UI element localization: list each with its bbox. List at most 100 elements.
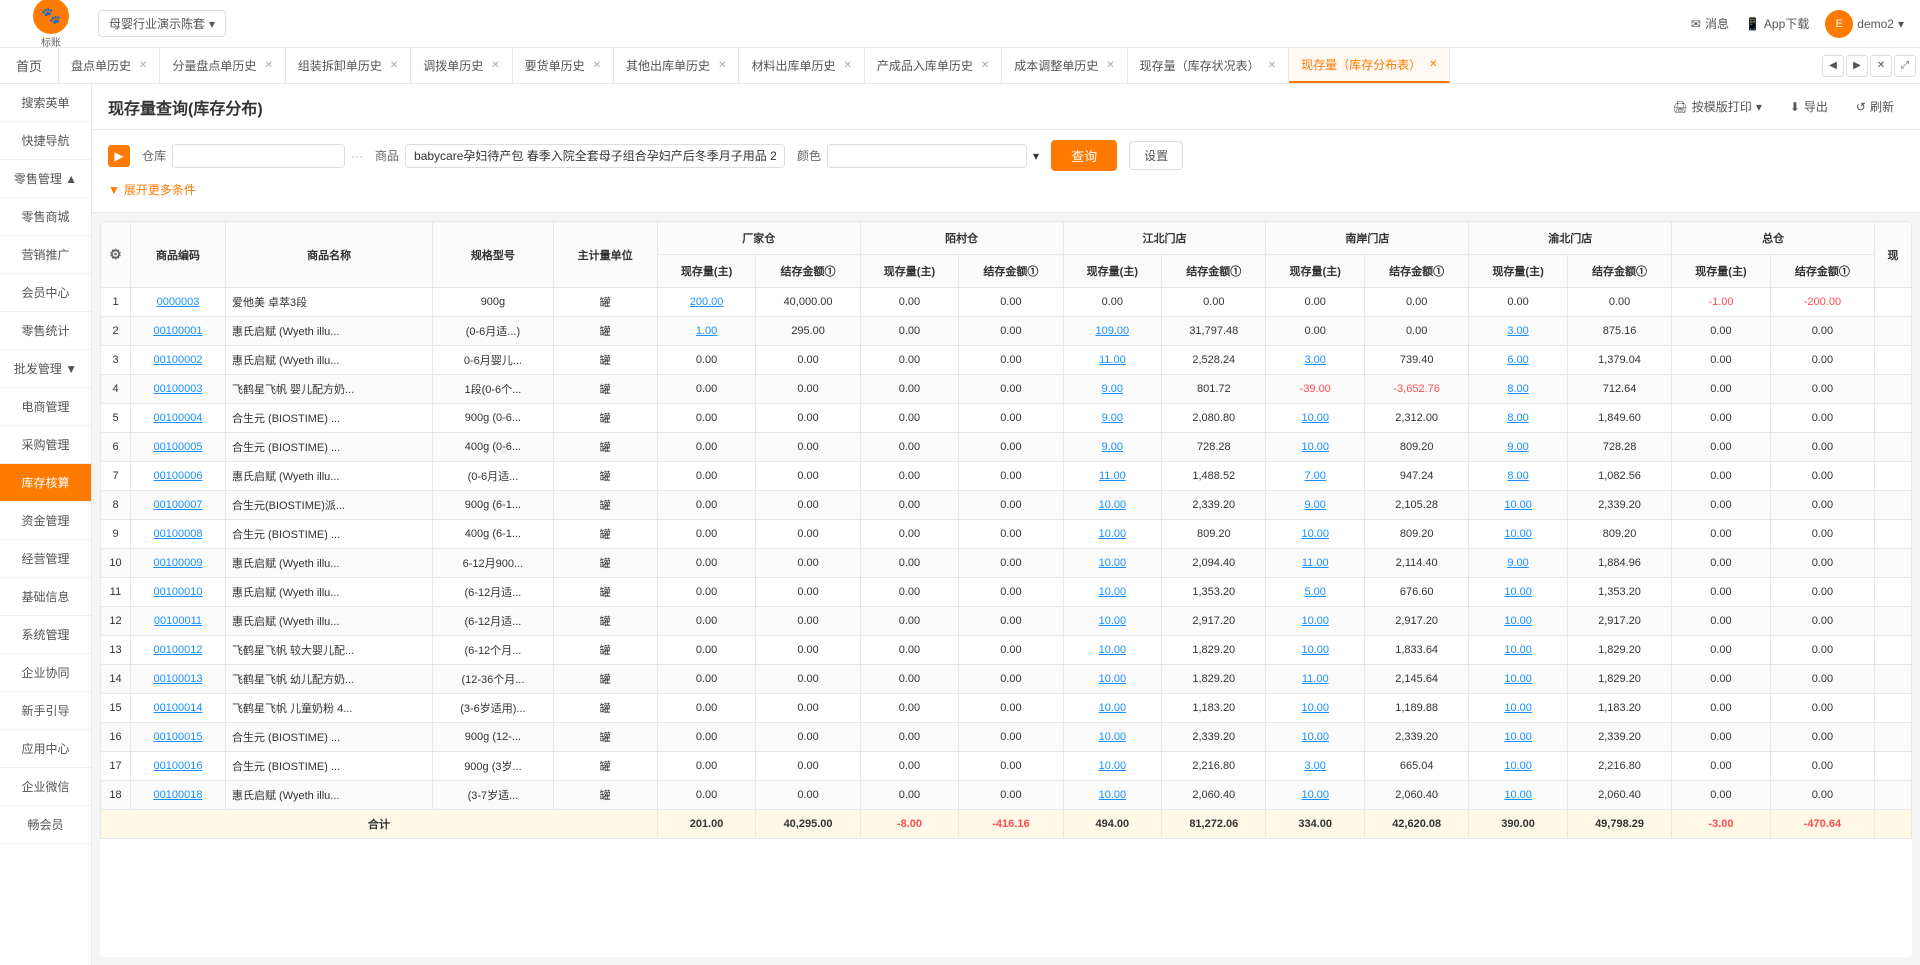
cell[interactable]: 0.00 xyxy=(860,636,959,665)
industry-selector[interactable]: 母婴行业演示陈套 ▾ xyxy=(98,10,226,37)
tab-close-zuzhuang[interactable]: ✕ xyxy=(390,60,398,71)
cell[interactable]: 10.00 xyxy=(1063,723,1162,752)
cell[interactable]: 0.00 xyxy=(860,433,959,462)
cell[interactable]: 00100013 xyxy=(131,665,226,694)
cell[interactable]: 0.00 xyxy=(1672,491,1771,520)
cell[interactable]: 0.00 xyxy=(860,549,959,578)
cell[interactable]: 0.00 xyxy=(1672,462,1771,491)
cell[interactable]: 00100008 xyxy=(131,520,226,549)
cell[interactable]: 00100012 xyxy=(131,636,226,665)
cell[interactable]: 00100001 xyxy=(131,317,226,346)
cell[interactable]: 0.00 xyxy=(657,665,756,694)
tab-chengben[interactable]: 成本调整单历史 ✕ xyxy=(1002,48,1127,83)
cell[interactable]: 0.00 xyxy=(657,752,756,781)
cell[interactable]: 0.00 xyxy=(657,375,756,404)
sidebar-item-retail-mgmt[interactable]: 零售管理 ▲ xyxy=(0,160,91,198)
cell[interactable]: 10.00 xyxy=(1469,781,1568,810)
cell[interactable]: 6.00 xyxy=(1469,346,1568,375)
sidebar-item-retail-stats[interactable]: 零售统计 xyxy=(0,312,91,350)
print-btn[interactable]: 🖨 按模版打印 ▾ xyxy=(1663,94,1772,119)
cell[interactable]: 10.00 xyxy=(1469,636,1568,665)
cell[interactable]: 9.00 xyxy=(1266,491,1365,520)
tab-close-xiancun-fenbu[interactable]: ✕ xyxy=(1429,59,1437,70)
cell[interactable]: 0.00 xyxy=(1672,694,1771,723)
cell[interactable]: 11.00 xyxy=(1266,665,1365,694)
cell[interactable]: 0.00 xyxy=(1672,723,1771,752)
cell[interactable]: 10.00 xyxy=(1266,694,1365,723)
cell[interactable]: 10.00 xyxy=(1063,578,1162,607)
cell[interactable]: 10.00 xyxy=(1063,781,1162,810)
cell[interactable]: 3.00 xyxy=(1266,752,1365,781)
tab-close-yaohuo[interactable]: ✕ xyxy=(593,60,601,71)
cell[interactable]: 8.00 xyxy=(1469,375,1568,404)
cell[interactable]: 0.00 xyxy=(1672,752,1771,781)
sidebar-item-wholesale-mgmt[interactable]: 批发管理 ▼ xyxy=(0,350,91,388)
cell[interactable]: 0.00 xyxy=(1672,375,1771,404)
sidebar-item-wechat[interactable]: 企业微信 xyxy=(0,768,91,806)
tab-xiancun-fenbub[interactable]: 现存量（库存分布表） ✕ xyxy=(1289,48,1450,83)
tab-diaopo[interactable]: 调拨单历史 ✕ xyxy=(411,48,512,83)
cell[interactable]: 0.00 xyxy=(1672,607,1771,636)
cell[interactable]: 0.00 xyxy=(860,607,959,636)
tab-next-btn[interactable]: ▶ xyxy=(1846,55,1868,77)
sidebar-item-newbie[interactable]: 新手引导 xyxy=(0,692,91,730)
cell[interactable]: 10.00 xyxy=(1063,520,1162,549)
cell[interactable]: 10.00 xyxy=(1266,404,1365,433)
cell[interactable]: 0.00 xyxy=(1266,317,1365,346)
cell[interactable]: 00100011 xyxy=(131,607,226,636)
cell[interactable]: 00100014 xyxy=(131,694,226,723)
cell[interactable]: 0.00 xyxy=(657,520,756,549)
tab-fenpandian[interactable]: 分量盘点单历史 ✕ xyxy=(160,48,285,83)
tab-pandian[interactable]: 盘点单历史 ✕ xyxy=(59,48,160,83)
cell[interactable]: 0.00 xyxy=(657,462,756,491)
filter-toggle-btn[interactable]: ▶ xyxy=(108,145,130,167)
sidebar-item-purchase[interactable]: 采购管理 xyxy=(0,426,91,464)
cell[interactable]: 0.00 xyxy=(1672,317,1771,346)
cell[interactable]: 0.00 xyxy=(1672,520,1771,549)
sidebar-item-marketing[interactable]: 营销推广 xyxy=(0,236,91,274)
tab-xiancun-kucun[interactable]: 现存量（库存状况表） ✕ xyxy=(1128,48,1289,83)
cell[interactable]: 00100005 xyxy=(131,433,226,462)
tab-close-chengben[interactable]: ✕ xyxy=(1106,60,1114,71)
cell[interactable]: 00100009 xyxy=(131,549,226,578)
tab-close-xiancun-kucun[interactable]: ✕ xyxy=(1268,60,1276,71)
tab-close-cailiao[interactable]: ✕ xyxy=(843,60,851,71)
sidebar-item-member[interactable]: 会员中心 xyxy=(0,274,91,312)
message-btn[interactable]: ✉ 消息 xyxy=(1691,15,1729,32)
cell[interactable]: 10.00 xyxy=(1266,781,1365,810)
cell[interactable]: 8.00 xyxy=(1469,462,1568,491)
tab-chanpin[interactable]: 产成品入库单历史 ✕ xyxy=(865,48,1002,83)
cell[interactable]: 10.00 xyxy=(1469,723,1568,752)
sidebar-item-retail-mall[interactable]: 零售商城 xyxy=(0,198,91,236)
tab-cailiao[interactable]: 材料出库单历史 ✕ xyxy=(739,48,864,83)
tab-home[interactable]: 首页 xyxy=(0,48,59,83)
cell[interactable]: 0.00 xyxy=(657,694,756,723)
cell[interactable]: 0.00 xyxy=(860,462,959,491)
cell[interactable]: 0.00 xyxy=(860,665,959,694)
warehouse-input[interactable] xyxy=(172,144,345,168)
cell[interactable]: 9.00 xyxy=(1063,404,1162,433)
cell[interactable]: 0000003 xyxy=(131,288,226,317)
tab-yaohuo[interactable]: 要货单历史 ✕ xyxy=(513,48,614,83)
cell[interactable]: 10.00 xyxy=(1063,694,1162,723)
cell[interactable]: 0.00 xyxy=(1063,288,1162,317)
cell[interactable]: 10.00 xyxy=(1266,607,1365,636)
cell[interactable]: 109.00 xyxy=(1063,317,1162,346)
cell[interactable]: 00100007 xyxy=(131,491,226,520)
cell[interactable]: 10.00 xyxy=(1469,607,1568,636)
cell[interactable]: 9.00 xyxy=(1063,433,1162,462)
cell[interactable]: 200.00 xyxy=(657,288,756,317)
sidebar-item-operations[interactable]: 经营管理 xyxy=(0,540,91,578)
product-input[interactable] xyxy=(405,144,785,168)
cell[interactable]: 0.00 xyxy=(657,636,756,665)
cell[interactable]: 0.00 xyxy=(657,549,756,578)
cell[interactable]: 00100006 xyxy=(131,462,226,491)
cell[interactable]: 00100003 xyxy=(131,375,226,404)
app-download-btn[interactable]: 📱 App下载 xyxy=(1745,15,1809,32)
cell[interactable]: 9.00 xyxy=(1063,375,1162,404)
tab-prev-btn[interactable]: ◀ xyxy=(1822,55,1844,77)
cell[interactable]: 3.00 xyxy=(1469,317,1568,346)
cell[interactable]: 0.00 xyxy=(657,607,756,636)
cell[interactable]: 0.00 xyxy=(657,723,756,752)
cell[interactable]: 10.00 xyxy=(1063,607,1162,636)
